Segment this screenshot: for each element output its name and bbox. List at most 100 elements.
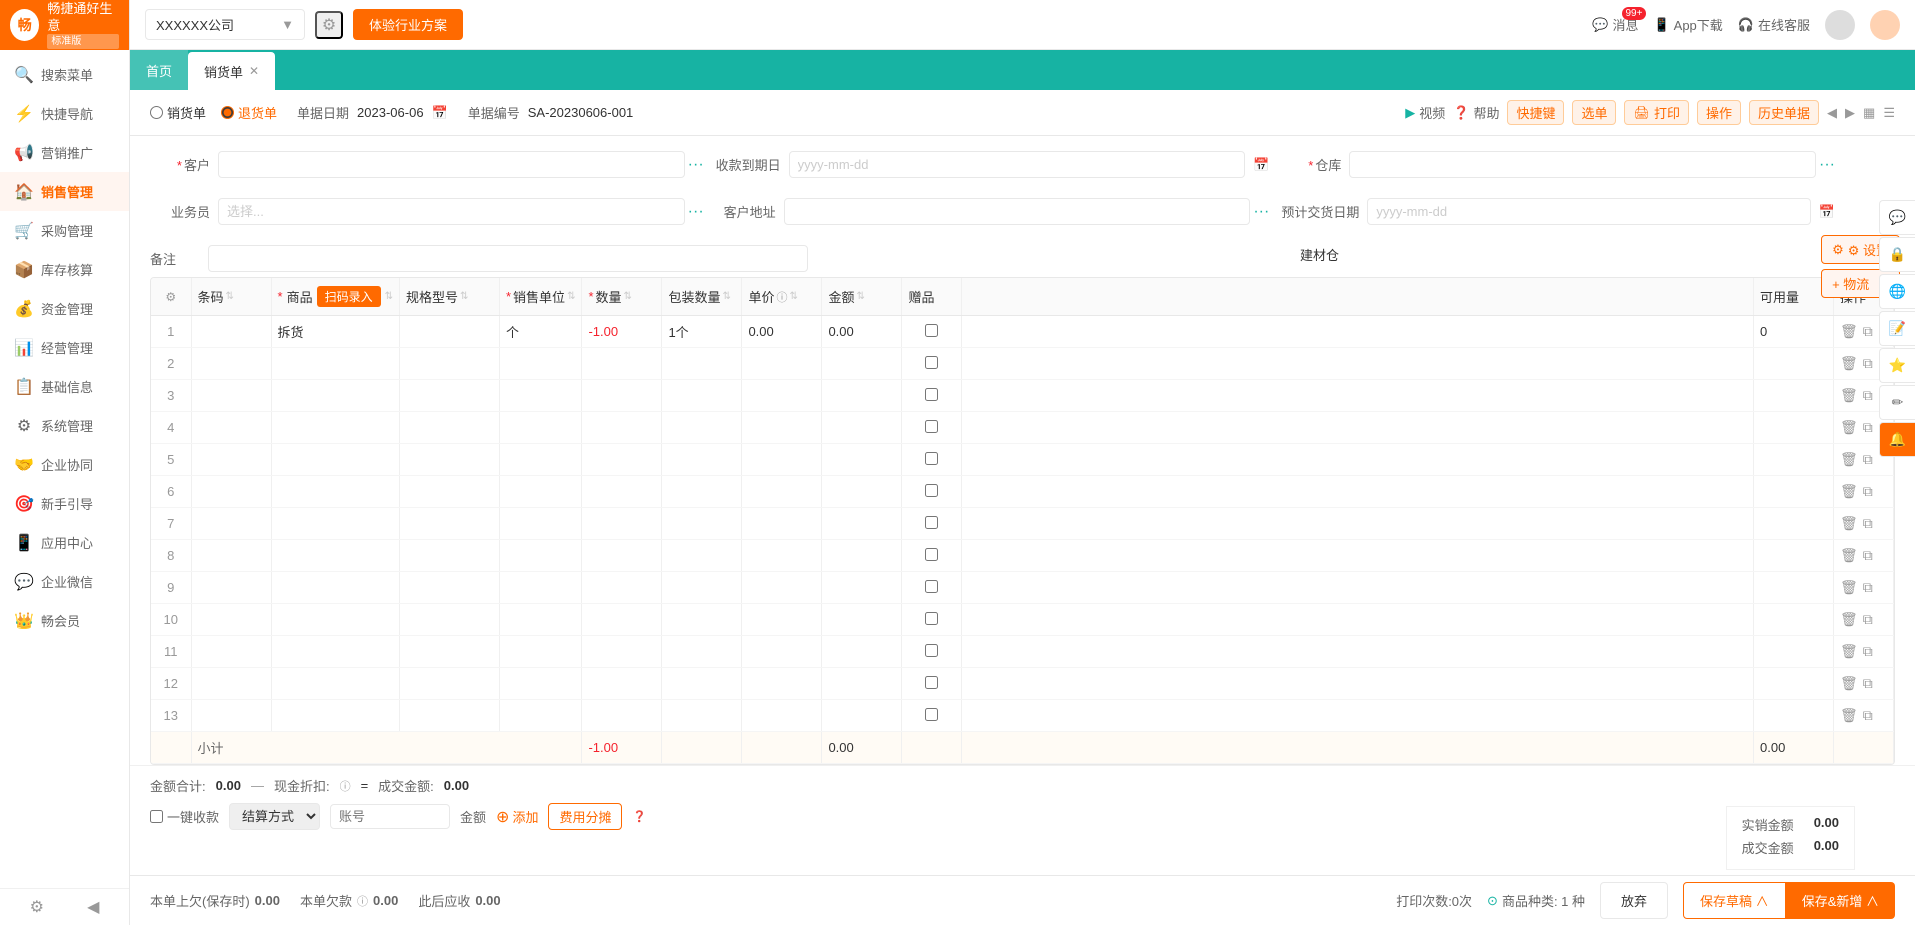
th-settings[interactable]: ⚙ <box>151 278 191 316</box>
float-star-btn[interactable]: ⭐ <box>1879 348 1915 383</box>
delete-icon[interactable]: 🗑 <box>1840 451 1858 468</box>
row-spec[interactable] <box>399 508 499 540</box>
row-gift[interactable] <box>902 572 962 604</box>
row-barcode[interactable] <box>191 572 271 604</box>
notes-input[interactable] <box>208 245 808 272</box>
row-spec[interactable] <box>399 604 499 636</box>
float-message-btn[interactable]: 💬 <box>1879 200 1915 235</box>
save-draft-button[interactable]: 保存草稿 ∧ <box>1683 882 1786 919</box>
sidebar-item-guide[interactable]: 🎯 新手引导 <box>0 484 129 523</box>
row-spec[interactable] <box>399 348 499 380</box>
salesperson-dots-btn[interactable]: ··· <box>688 203 704 221</box>
save-new-button[interactable]: 保存&新增 ∧ <box>1786 882 1895 919</box>
copy-icon[interactable]: ⧉ <box>1863 419 1873 436</box>
delete-icon[interactable]: 🗑 <box>1840 611 1858 628</box>
warehouse-input[interactable] <box>1349 151 1816 178</box>
row-barcode[interactable] <box>191 316 271 348</box>
operate-btn[interactable]: 操作 <box>1697 100 1741 125</box>
product-type-radio[interactable]: ⊙ <box>1487 893 1498 909</box>
payment-method-select[interactable]: 结算方式 <box>229 803 320 830</box>
row-spec[interactable] <box>399 380 499 412</box>
sidebar-item-marketing[interactable]: 📢 营销推广 <box>0 133 129 172</box>
sidebar-item-member[interactable]: 👑 畅会员 <box>0 601 129 640</box>
row-gift[interactable] <box>902 412 962 444</box>
delete-icon[interactable]: 🗑 <box>1840 675 1858 692</box>
row-gift[interactable] <box>902 540 962 572</box>
addr-dots-btn[interactable]: ··· <box>1253 203 1269 221</box>
copy-icon[interactable]: ⧉ <box>1863 643 1873 660</box>
row-gift[interactable] <box>902 636 962 668</box>
salesperson-input[interactable] <box>218 198 685 225</box>
delete-icon[interactable]: 🗑 <box>1840 515 1858 532</box>
row-gift[interactable] <box>902 668 962 700</box>
sidebar-item-wechat[interactable]: 💬 企业微信 <box>0 562 129 601</box>
sidebar-item-quick-nav[interactable]: ⚡ 快捷导航 <box>0 94 129 133</box>
warehouse-dots-btn[interactable]: ··· <box>1819 156 1835 174</box>
delete-icon[interactable]: 🗑 <box>1840 419 1858 436</box>
sidebar-item-purchase[interactable]: 🛒 采购管理 <box>0 211 129 250</box>
delete-icon[interactable]: 🗑 <box>1840 387 1858 404</box>
row-barcode[interactable] <box>191 540 271 572</box>
row-spec[interactable] <box>399 572 499 604</box>
header-gear-button[interactable]: ⚙ <box>315 11 343 39</box>
sidebar-item-inventory[interactable]: 📦 库存核算 <box>0 250 129 289</box>
copy-icon[interactable]: ⧉ <box>1863 483 1873 500</box>
sidebar-item-finance[interactable]: 💰 资金管理 <box>0 289 129 328</box>
choose-btn[interactable]: 选单 <box>1572 100 1616 125</box>
sidebar-settings-btn[interactable]: ⚙ <box>30 897 44 917</box>
delivery-date-input[interactable] <box>1367 198 1810 225</box>
delete-icon[interactable]: 🗑 <box>1840 643 1858 660</box>
delete-icon[interactable]: 🗑 <box>1840 355 1858 372</box>
row-barcode[interactable] <box>191 380 271 412</box>
tab-sales-order[interactable]: 销货单 ✕ <box>188 52 275 90</box>
shortcut-btn[interactable]: 快捷键 <box>1507 100 1564 125</box>
delivery-date-calendar-icon[interactable]: 📅 <box>1819 204 1835 220</box>
row-spec[interactable] <box>399 540 499 572</box>
delete-icon[interactable]: 🗑 <box>1840 579 1858 596</box>
video-btn[interactable]: ▶ 视频 <box>1405 103 1445 122</box>
copy-icon[interactable]: ⧉ <box>1863 675 1873 692</box>
row-barcode[interactable] <box>191 668 271 700</box>
row-spec[interactable] <box>399 444 499 476</box>
row-spec[interactable] <box>399 636 499 668</box>
grid-view-icon[interactable]: ▦ <box>1863 105 1875 121</box>
scan-btn[interactable]: 扫码录入 <box>317 286 381 307</box>
row-barcode[interactable] <box>191 444 271 476</box>
customer-input[interactable] <box>218 151 685 178</box>
sidebar-item-appstore[interactable]: 📱 应用中心 <box>0 523 129 562</box>
row-barcode[interactable] <box>191 700 271 732</box>
row-gift[interactable] <box>902 604 962 636</box>
sidebar-item-enterprise[interactable]: 🤝 企业协同 <box>0 445 129 484</box>
help-btn[interactable]: ❓ 帮助 <box>1453 103 1499 122</box>
row-spec[interactable] <box>399 700 499 732</box>
row-spec[interactable] <box>399 316 499 348</box>
online-service-action[interactable]: 🎧 在线客服 <box>1738 15 1810 34</box>
copy-icon[interactable]: ⧉ <box>1863 451 1873 468</box>
sidebar-item-base[interactable]: 📋 基础信息 <box>0 367 129 406</box>
delete-icon[interactable]: 🗑 <box>1840 547 1858 564</box>
copy-icon[interactable]: ⧉ <box>1863 611 1873 628</box>
delete-icon[interactable]: 🗑 <box>1840 707 1858 724</box>
due-date-input[interactable] <box>789 151 1245 178</box>
trial-button[interactable]: 体验行业方案 <box>353 9 463 40</box>
row-gift[interactable] <box>902 348 962 380</box>
copy-icon[interactable]: ⧉ <box>1863 707 1873 724</box>
avatar[interactable] <box>1825 10 1855 40</box>
copy-icon[interactable]: ⧉ <box>1863 515 1873 532</box>
list-view-icon[interactable]: ☰ <box>1883 105 1895 121</box>
row-gift[interactable] <box>902 700 962 732</box>
sidebar-collapse-btn[interactable]: ◀ <box>87 897 99 917</box>
row-barcode[interactable] <box>191 636 271 668</box>
row-gift[interactable] <box>902 444 962 476</box>
copy-icon[interactable]: ⧉ <box>1863 579 1873 596</box>
radio-sale[interactable]: 销货单 <box>150 103 206 122</box>
sidebar-item-sales[interactable]: 🏠 销售管理 <box>0 172 129 211</box>
row-gift[interactable] <box>902 316 962 348</box>
tab-close-icon[interactable]: ✕ <box>249 64 259 78</box>
history-btn[interactable]: 历史单据 <box>1749 100 1819 125</box>
sidebar-item-system[interactable]: ⚙ 系统管理 <box>0 406 129 445</box>
date-picker-icon[interactable]: 📅 <box>432 105 448 121</box>
row-barcode[interactable] <box>191 412 271 444</box>
float-notify-btn[interactable]: 🔔 <box>1879 422 1915 457</box>
float-edit-btn[interactable]: ✏ <box>1879 385 1915 420</box>
